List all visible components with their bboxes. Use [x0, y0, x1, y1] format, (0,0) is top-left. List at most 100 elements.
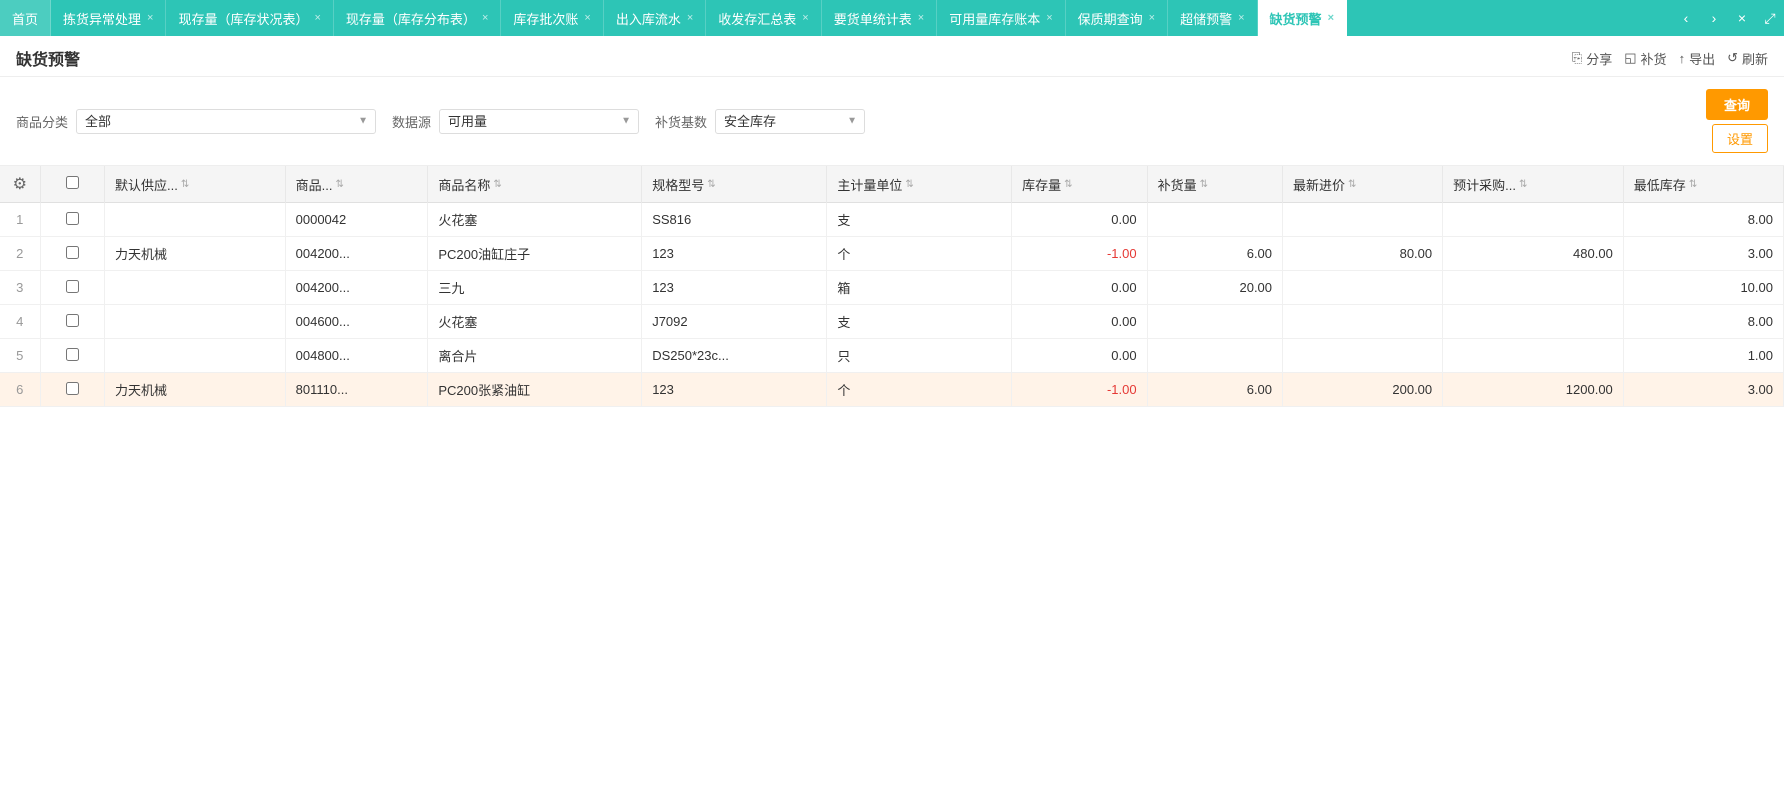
- tab-close-all-button[interactable]: ×: [1728, 0, 1756, 36]
- category-select[interactable]: 全部: [76, 109, 376, 134]
- cell-num: 5: [0, 339, 40, 373]
- cell-latest-price: [1283, 203, 1443, 237]
- cell-stock: 0.00: [1012, 203, 1147, 237]
- row-checkbox[interactable]: [66, 212, 79, 225]
- replenish-base-select[interactable]: 安全库存 最低库存: [715, 109, 865, 134]
- table-header-row: ⚙ 默认供应... ⇅ 商品... ⇅: [0, 166, 1784, 203]
- cell-est-purchase: [1443, 271, 1624, 305]
- tab-inventory-status[interactable]: 现存量（库存状况表） ×: [166, 0, 333, 36]
- sort-icon-supplier: ⇅: [181, 179, 189, 190]
- tab-close-exception[interactable]: ×: [147, 12, 153, 24]
- replenish-icon: ◱: [1624, 50, 1636, 66]
- row-checkbox[interactable]: [66, 314, 79, 327]
- table-row: 1 0000042 火花塞 SS816 支 0.00 8.00: [0, 203, 1784, 237]
- tab-close-expiry-query[interactable]: ×: [1149, 12, 1155, 24]
- datasource-label: 数据源: [392, 112, 431, 131]
- th-spec[interactable]: 规格型号 ⇅: [642, 166, 827, 203]
- cell-min-stock: 3.00: [1623, 237, 1783, 271]
- tab-close-inout-flow[interactable]: ×: [687, 12, 693, 24]
- cell-est-purchase: 1200.00: [1443, 373, 1624, 407]
- gear-icon: ⚙: [13, 176, 27, 193]
- cell-checkbox[interactable]: [40, 305, 104, 339]
- cell-est-purchase: [1443, 339, 1624, 373]
- tab-exception[interactable]: 拣货异常处理 ×: [51, 0, 166, 36]
- tab-next-button[interactable]: ›: [1700, 0, 1728, 36]
- tab-bar: 首页 拣货异常处理 × 现存量（库存状况表） × 现存量（库存分布表） × 库存…: [0, 0, 1784, 36]
- filter-actions: 查询 设置: [1706, 89, 1768, 153]
- th-name[interactable]: 商品名称 ⇅: [428, 166, 642, 203]
- datasource-select[interactable]: 可用量 库存量: [439, 109, 639, 134]
- cell-sku: 004200...: [285, 237, 428, 271]
- tab-order-stats[interactable]: 要货单统计表 ×: [822, 0, 937, 36]
- share-button[interactable]: ⎘ 分享: [1572, 49, 1612, 68]
- tab-close-collection-summary[interactable]: ×: [802, 12, 808, 24]
- th-gear[interactable]: ⚙: [0, 166, 40, 203]
- th-est-purchase[interactable]: 预计采购... ⇅: [1443, 166, 1624, 203]
- cell-replenish: [1147, 339, 1282, 373]
- cell-checkbox[interactable]: [40, 271, 104, 305]
- tab-home[interactable]: 首页: [0, 0, 51, 36]
- th-stock[interactable]: 库存量 ⇅: [1012, 166, 1147, 203]
- sort-icon-latest-price: ⇅: [1348, 179, 1356, 190]
- th-min-stock[interactable]: 最低库存 ⇅: [1623, 166, 1783, 203]
- table-body: 1 0000042 火花塞 SS816 支 0.00 8.00 2 力天机械 0…: [0, 203, 1784, 407]
- cell-checkbox[interactable]: [40, 373, 104, 407]
- th-checkbox[interactable]: [40, 166, 104, 203]
- tab-shortage[interactable]: 缺货预警 ×: [1258, 0, 1347, 36]
- tab-fullscreen-button[interactable]: ⤢: [1756, 0, 1784, 36]
- tab-close-batch-account[interactable]: ×: [584, 12, 590, 24]
- cell-name: PC200张紧油缸: [428, 373, 642, 407]
- table-container: ⚙ 默认供应... ⇅ 商品... ⇅: [0, 166, 1784, 407]
- cell-supplier: [104, 305, 285, 339]
- cell-replenish: [1147, 203, 1282, 237]
- tab-close-overstock[interactable]: ×: [1238, 12, 1244, 24]
- query-button[interactable]: 查询: [1706, 89, 1768, 120]
- cell-unit: 只: [827, 339, 1012, 373]
- tab-overstock[interactable]: 超储预警 ×: [1168, 0, 1257, 36]
- cell-spec: 123: [642, 373, 827, 407]
- share-icon: ⎘: [1572, 50, 1582, 66]
- tab-collection-summary[interactable]: 收发存汇总表 ×: [706, 0, 821, 36]
- th-supplier[interactable]: 默认供应... ⇅: [104, 166, 285, 203]
- tab-prev-button[interactable]: ‹: [1672, 0, 1700, 36]
- tab-close-inventory-status[interactable]: ×: [314, 12, 320, 24]
- cell-sku: 0000042: [285, 203, 428, 237]
- refresh-button[interactable]: ↺ 刷新: [1727, 49, 1768, 68]
- cell-min-stock: 8.00: [1623, 203, 1783, 237]
- th-latest-price[interactable]: 最新进价 ⇅: [1283, 166, 1443, 203]
- th-replenish[interactable]: 补货量 ⇅: [1147, 166, 1282, 203]
- cell-checkbox[interactable]: [40, 237, 104, 271]
- cell-checkbox[interactable]: [40, 203, 104, 237]
- cell-supplier: [104, 339, 285, 373]
- settings-button[interactable]: 设置: [1712, 124, 1768, 153]
- cell-name: 火花塞: [428, 305, 642, 339]
- tab-close-available-ledger[interactable]: ×: [1046, 12, 1052, 24]
- th-sku[interactable]: 商品... ⇅: [285, 166, 428, 203]
- cell-min-stock: 8.00: [1623, 305, 1783, 339]
- header-actions: ⎘ 分享 ◱ 补货 ↑ 导出 ↺ 刷新: [1572, 49, 1768, 68]
- tab-available-ledger[interactable]: 可用量库存账本 ×: [937, 0, 1065, 36]
- replenish-button[interactable]: ◱ 补货: [1624, 49, 1666, 68]
- tab-expiry-query[interactable]: 保质期查询 ×: [1066, 0, 1168, 36]
- sort-icon-unit: ⇅: [905, 179, 913, 190]
- tab-batch-account[interactable]: 库存批次账 ×: [501, 0, 603, 36]
- cell-supplier: [104, 203, 285, 237]
- cell-unit: 箱: [827, 271, 1012, 305]
- th-unit[interactable]: 主计量单位 ⇅: [827, 166, 1012, 203]
- cell-checkbox[interactable]: [40, 339, 104, 373]
- tab-close-order-stats[interactable]: ×: [918, 12, 924, 24]
- cell-latest-price: 200.00: [1283, 373, 1443, 407]
- tab-close-shortage[interactable]: ×: [1328, 12, 1334, 24]
- export-button[interactable]: ↑ 导出: [1679, 49, 1716, 68]
- select-all-checkbox[interactable]: [66, 176, 79, 189]
- tab-inout-flow[interactable]: 出入库流水 ×: [604, 0, 706, 36]
- row-checkbox[interactable]: [66, 280, 79, 293]
- cell-est-purchase: [1443, 203, 1624, 237]
- cell-unit: 支: [827, 305, 1012, 339]
- tab-close-inventory-dist[interactable]: ×: [482, 12, 488, 24]
- tab-inventory-dist[interactable]: 现存量（库存分布表） ×: [334, 0, 501, 36]
- export-icon: ↑: [1679, 51, 1686, 66]
- row-checkbox[interactable]: [66, 382, 79, 395]
- row-checkbox[interactable]: [66, 348, 79, 361]
- row-checkbox[interactable]: [66, 246, 79, 259]
